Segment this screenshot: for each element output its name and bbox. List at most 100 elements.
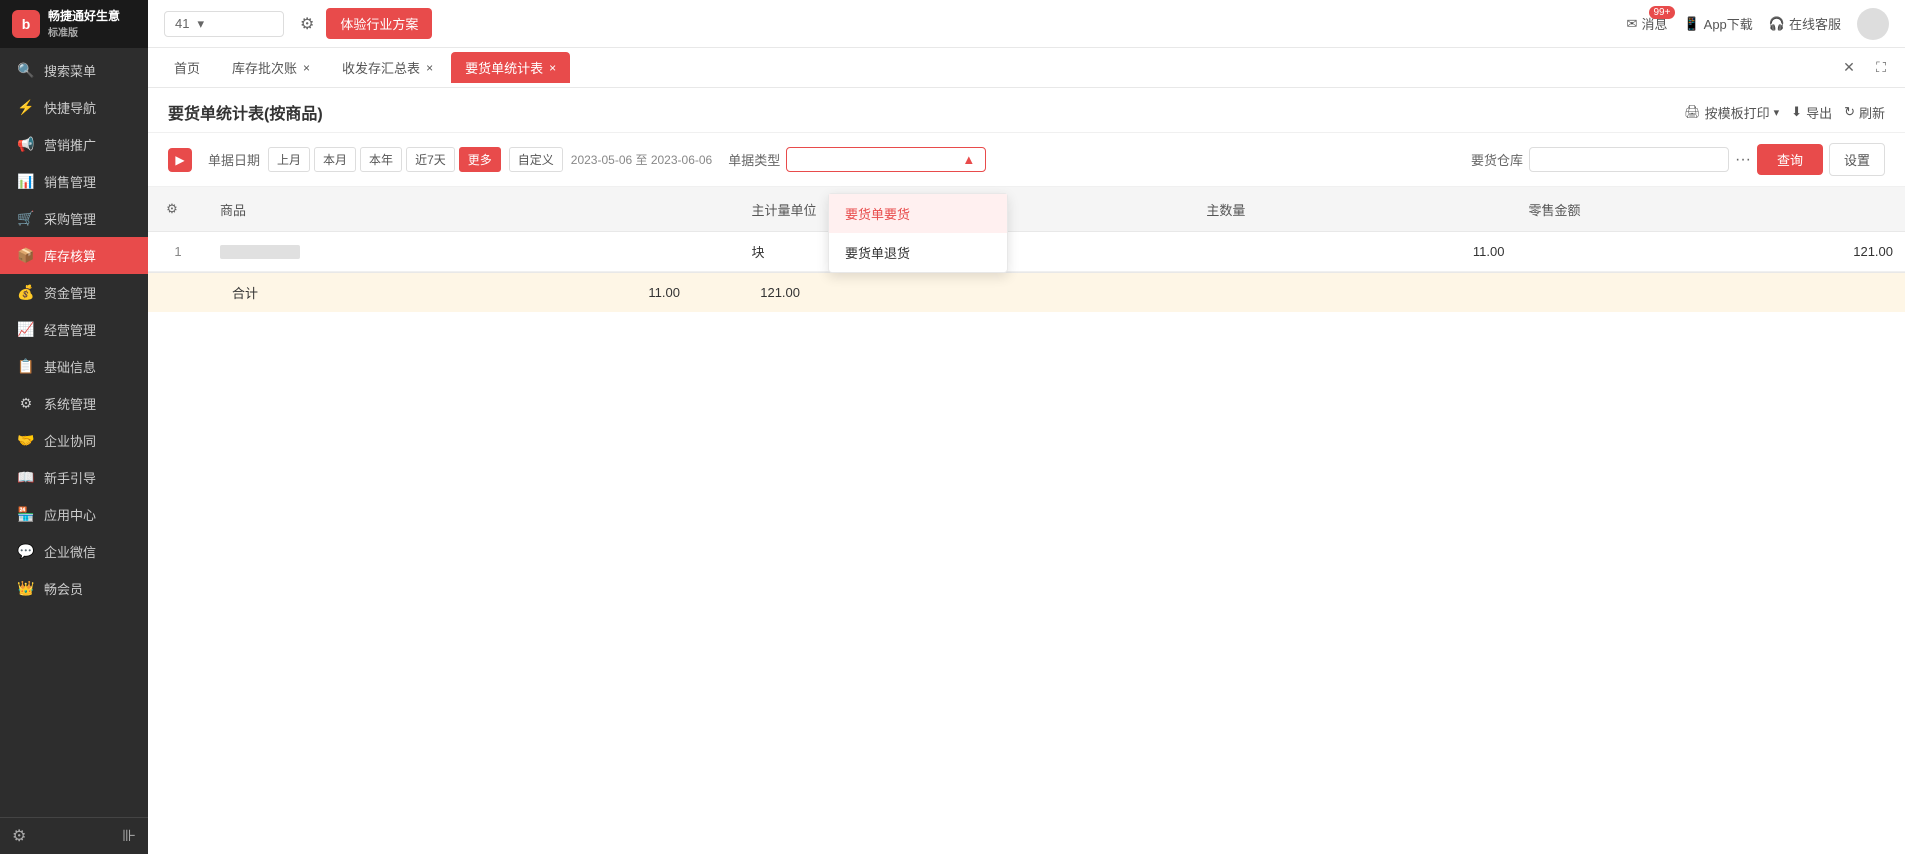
footer-quantity: 11.00	[560, 285, 680, 300]
filter-warehouse-input[interactable]	[1529, 147, 1729, 172]
wechat-icon: 💬	[16, 543, 36, 560]
phone-icon: 📱	[1683, 16, 1699, 32]
sidebar-item-vip[interactable]: 👑 畅会员	[0, 570, 148, 607]
online-service-btn[interactable]: 🎧 在线客服	[1769, 14, 1841, 33]
tab-collect-send[interactable]: 收发存汇总表 ×	[328, 52, 447, 83]
filter-7days-btn[interactable]: 近7天	[406, 147, 455, 172]
finance-icon: 💰	[16, 284, 36, 301]
row-no: 1	[148, 232, 208, 272]
select-arrow-icon: ▲	[962, 152, 975, 167]
filter-query-btn[interactable]: 查询	[1757, 144, 1823, 175]
online-service-label: 在线客服	[1789, 14, 1841, 33]
refresh-icon: ↻	[1844, 104, 1855, 120]
sidebar-item-quicknav[interactable]: ⚡ 快捷导航	[0, 89, 148, 126]
tab-maximize-btn[interactable]: ⛶	[1869, 56, 1893, 80]
sidebar-item-ops[interactable]: 📈 经营管理	[0, 311, 148, 348]
print-label: 按模板打印	[1705, 103, 1770, 122]
tabs-bar: 首页 库存批次账 × 收发存汇总表 × 要货单统计表 × ✕ ⛶	[148, 48, 1905, 88]
sidebar-item-label: 资金管理	[44, 283, 96, 302]
sidebar-item-label: 库存核算	[44, 246, 96, 265]
messages-badge: 99+	[1649, 6, 1676, 19]
filter-custom-btn[interactable]: 自定义	[509, 147, 563, 172]
sidebar-item-label: 采购管理	[44, 209, 96, 228]
vip-icon: 👑	[16, 580, 36, 597]
refresh-btn[interactable]: ↻ 刷新	[1844, 103, 1885, 122]
app-download-label: App下载	[1704, 14, 1753, 33]
sidebar-item-label: 基础信息	[44, 357, 96, 376]
sidebar-nav: 🔍 搜索菜单 ⚡ 快捷导航 📢 营销推广 📊 销售管理 🛒 采购管理 📦 库存核…	[0, 48, 148, 817]
col-amount: 零售金额	[1516, 187, 1905, 232]
print-btn[interactable]: 🖨 按模板打印 ▾	[1684, 103, 1779, 122]
trial-button[interactable]: 体验行业方案	[326, 8, 432, 39]
logo-title: 畅捷通好生意	[48, 9, 120, 25]
sidebar-item-wechat[interactable]: 💬 企业微信	[0, 533, 148, 570]
sidebar-item-appstore[interactable]: 🏪 应用中心	[0, 496, 148, 533]
row-product	[208, 232, 740, 272]
table-footer: 合计 11.00 121.00	[148, 272, 1905, 312]
tab-label: 要货单统计表	[465, 58, 543, 77]
main-area: 41 ▾ ⚙ 体验行业方案 ✉ 消息 99+ 📱 App下载 🎧 在线客服	[148, 0, 1905, 854]
tab-close-all-btn[interactable]: ✕	[1837, 56, 1861, 80]
ops-icon: 📈	[16, 321, 36, 338]
sidebar-item-basic[interactable]: 📋 基础信息	[0, 348, 148, 385]
guide-icon: 📖	[16, 469, 36, 486]
refresh-label: 刷新	[1859, 103, 1885, 122]
footer-amount: 121.00	[700, 285, 800, 300]
tab-close-icon[interactable]: ×	[426, 62, 433, 74]
dropdown-item-order[interactable]: 要货单要货	[829, 194, 1007, 233]
sidebar-item-system[interactable]: ⚙ 系统管理	[0, 385, 148, 422]
filter-warehouse-group: 要货仓库 ··· 查询 设置	[1471, 143, 1885, 176]
col-quantity: 主数量	[1194, 187, 1516, 232]
filter-last-month-btn[interactable]: 上月	[268, 147, 310, 172]
tab-inventory-batch[interactable]: 库存批次账 ×	[218, 52, 324, 83]
sidebar-item-sales[interactable]: 📊 销售管理	[0, 163, 148, 200]
export-btn[interactable]: ⬇ 导出	[1791, 103, 1832, 122]
filter-more-options-icon[interactable]: ···	[1735, 151, 1751, 169]
col-settings: ⚙	[148, 187, 208, 232]
sidebar-item-collab[interactable]: 🤝 企业协同	[0, 422, 148, 459]
filter-date-range: 2023-05-06 至 2023-06-06	[571, 151, 712, 168]
filter-settings-btn[interactable]: 设置	[1829, 143, 1885, 176]
purchase-icon: 🛒	[16, 210, 36, 227]
filter-expand-btn[interactable]: ▶	[168, 148, 192, 172]
tab-home[interactable]: 首页	[160, 52, 214, 83]
tabs-actions: ✕ ⛶	[1837, 56, 1893, 80]
topbar-settings-icon[interactable]: ⚙	[300, 14, 314, 34]
export-icon: ⬇	[1791, 104, 1802, 120]
search-icon: 🔍	[16, 62, 36, 79]
store-selector[interactable]: 41 ▾	[164, 11, 284, 37]
logo-icon: b	[12, 10, 40, 38]
page-title: 要货单统计表(按商品)	[168, 100, 323, 124]
sidebar-item-label: 经营管理	[44, 320, 96, 339]
sidebar-collapse-icon[interactable]: ⊪	[122, 826, 136, 846]
tab-order-stats[interactable]: 要货单统计表 ×	[451, 52, 570, 83]
app-download-btn[interactable]: 📱 App下载	[1683, 14, 1752, 33]
sidebar-item-finance[interactable]: 💰 资金管理	[0, 274, 148, 311]
tab-close-icon[interactable]: ×	[549, 62, 556, 74]
settings-gear-icon[interactable]: ⚙	[12, 826, 26, 846]
sidebar-item-label: 营销推广	[44, 135, 96, 154]
sidebar-item-marketing[interactable]: 📢 营销推广	[0, 126, 148, 163]
filter-more-dates-btn[interactable]: 更多	[459, 147, 501, 172]
logo-subtitle: 标准版	[48, 24, 120, 39]
sidebar-item-guide[interactable]: 📖 新手引导	[0, 459, 148, 496]
tab-close-icon[interactable]: ×	[303, 62, 310, 74]
print-icon: 🖨	[1684, 104, 1701, 120]
collab-icon: 🤝	[16, 432, 36, 449]
sidebar-item-purchase[interactable]: 🛒 采购管理	[0, 200, 148, 237]
table-settings-icon[interactable]: ⚙	[160, 197, 184, 221]
filter-type-select[interactable]: ▲	[786, 147, 986, 172]
user-avatar[interactable]	[1857, 8, 1889, 40]
sidebar-item-inventory[interactable]: 📦 库存核算	[0, 237, 148, 274]
page-content: 要货单统计表(按商品) 🖨 按模板打印 ▾ ⬇ 导出 ↻ 刷新 ▶	[148, 88, 1905, 854]
sidebar-item-label: 快捷导航	[44, 98, 96, 117]
sidebar-item-label: 系统管理	[44, 394, 96, 413]
messages-btn[interactable]: ✉ 消息 99+	[1627, 14, 1668, 33]
tab-home-label: 首页	[174, 58, 200, 77]
filter-this-year-btn[interactable]: 本年	[360, 147, 402, 172]
store-number: 41	[175, 16, 189, 31]
filter-this-month-btn[interactable]: 本月	[314, 147, 356, 172]
page-header-actions: 🖨 按模板打印 ▾ ⬇ 导出 ↻ 刷新	[1684, 103, 1885, 122]
sidebar-item-search[interactable]: 🔍 搜索菜单	[0, 52, 148, 89]
dropdown-item-return[interactable]: 要货单退货	[829, 233, 1007, 272]
